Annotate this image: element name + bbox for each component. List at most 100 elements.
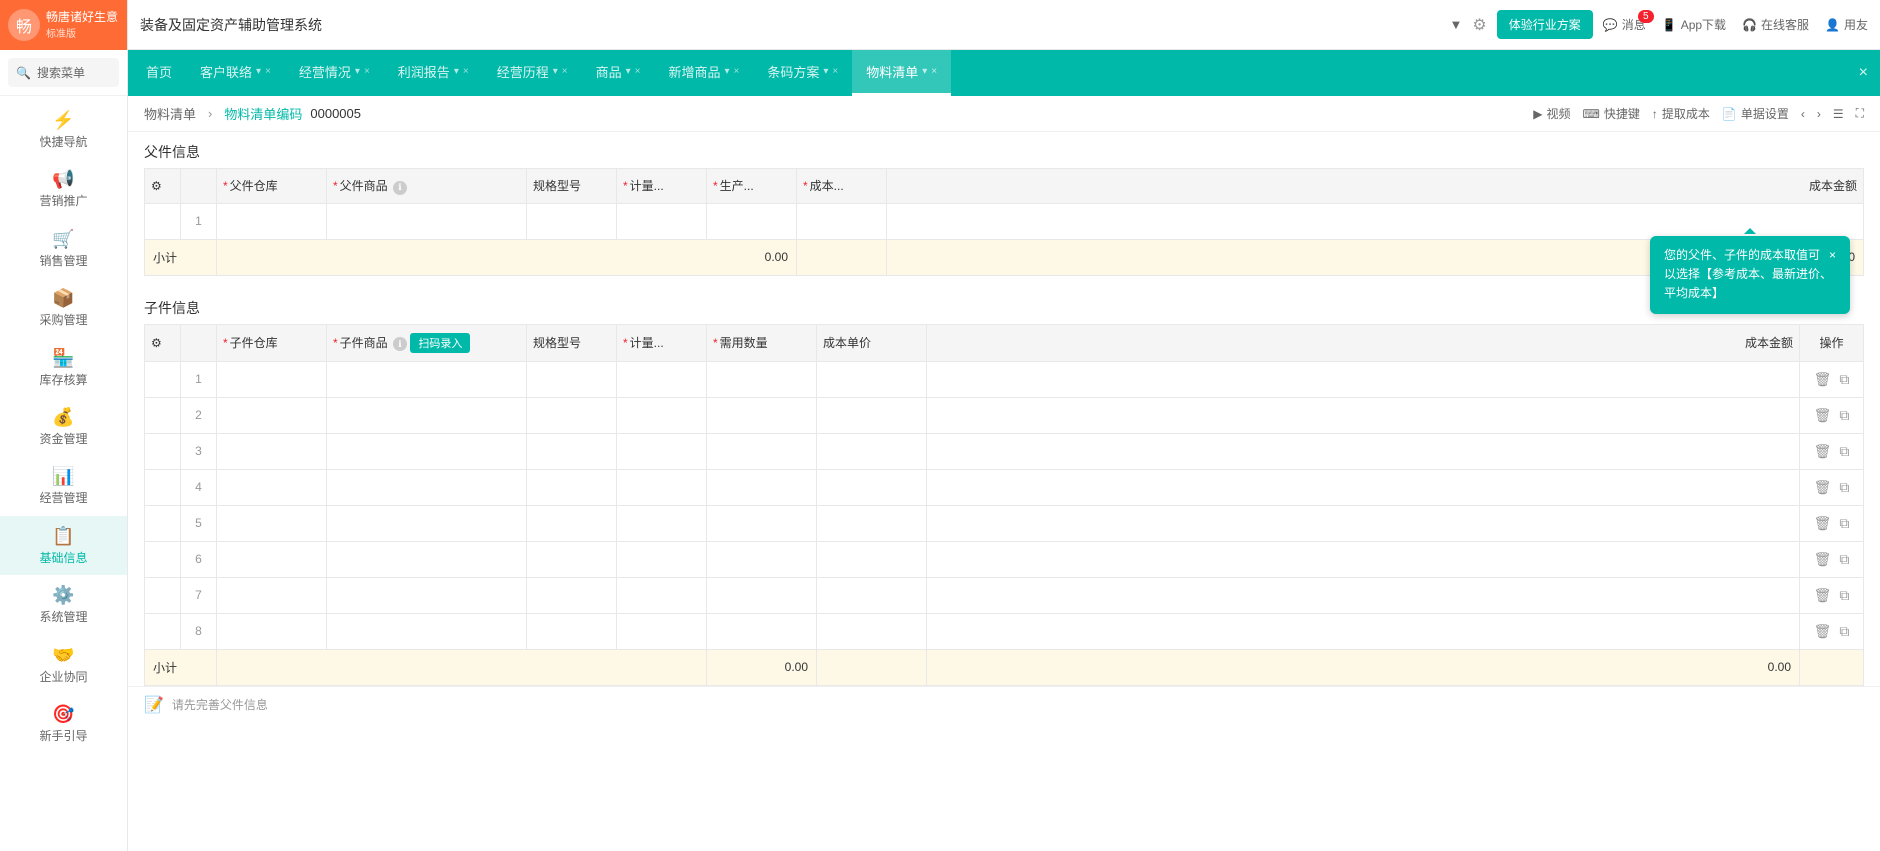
tab-close-icon[interactable]: × — [734, 66, 740, 77]
tab-close-icon[interactable]: × — [265, 66, 271, 77]
child-product-input-1[interactable] — [327, 362, 526, 397]
child-cost-price-input-7[interactable] — [817, 578, 926, 613]
sidebar-item-basic-info[interactable]: 📋 基础信息 — [0, 516, 127, 575]
copy-icon[interactable]: ⧉ — [1839, 371, 1849, 388]
child-warehouse-cell-1[interactable] — [217, 361, 327, 397]
child-spec-input-4[interactable] — [527, 470, 616, 505]
child-product-cell-1[interactable] — [327, 361, 527, 397]
child-unit-input-5[interactable] — [617, 506, 706, 541]
sidebar-item-finance[interactable]: 💰 资金管理 — [0, 397, 127, 456]
child-cost-price-input-1[interactable] — [817, 362, 926, 397]
child-warehouse-input-2[interactable] — [217, 398, 326, 433]
view-action[interactable]: ▶ 视频 — [1533, 105, 1570, 122]
tab-new-goods[interactable]: 新增商品 ▾ × — [654, 50, 753, 96]
child-unit-input-1[interactable] — [617, 362, 706, 397]
expand-action[interactable]: ⛶ — [1856, 106, 1864, 121]
document-code-input[interactable] — [310, 106, 390, 121]
user-action[interactable]: 👤 用友 — [1825, 16, 1868, 33]
breadcrumb-parent[interactable]: 物料清单 — [144, 104, 196, 123]
child-product-input-6[interactable] — [327, 542, 526, 577]
child-qty-input-1[interactable] — [707, 362, 816, 397]
child-warehouse-input-7[interactable] — [217, 578, 326, 613]
child-cost-price-input-6[interactable] — [817, 542, 926, 577]
nav-prev[interactable]: ‹ — [1801, 107, 1805, 121]
sidebar-item-system[interactable]: ⚙️ 系统管理 — [0, 575, 127, 634]
child-qty-cell-1[interactable] — [707, 361, 817, 397]
child-spec-input-3[interactable] — [527, 434, 616, 469]
copy-icon[interactable]: ⧉ — [1839, 587, 1849, 604]
child-warehouse-input-8[interactable] — [217, 614, 326, 649]
parent-product-input[interactable] — [327, 204, 526, 239]
single-setting-action[interactable]: 📄 单据设置 — [1722, 105, 1789, 122]
tab-customer[interactable]: 客户联络 ▾ × — [186, 50, 285, 96]
parent-cost-cell[interactable] — [797, 203, 887, 239]
app-download-action[interactable]: 📱 App下载 — [1662, 16, 1726, 33]
child-warehouse-input-3[interactable] — [217, 434, 326, 469]
delete-icon[interactable]: 🗑 — [1814, 443, 1832, 460]
child-spec-input-1[interactable] — [527, 362, 616, 397]
child-product-input-8[interactable] — [327, 614, 526, 649]
copy-icon[interactable]: ⧉ — [1839, 551, 1849, 568]
parent-warehouse-cell[interactable] — [217, 203, 327, 239]
child-cost-price-cell-1[interactable] — [817, 361, 927, 397]
copy-icon[interactable]: ⧉ — [1839, 623, 1849, 640]
copy-icon[interactable]: ⧉ — [1839, 479, 1849, 496]
tab-home[interactable]: 首页 — [132, 50, 186, 96]
experience-button[interactable]: 体验行业方案 — [1497, 10, 1593, 39]
child-warehouse-input-1[interactable] — [217, 362, 326, 397]
child-spec-input-6[interactable] — [527, 542, 616, 577]
child-unit-input-7[interactable] — [617, 578, 706, 613]
tab-close-icon[interactable]: × — [832, 66, 838, 77]
delete-icon[interactable]: 🗑 — [1814, 479, 1832, 496]
tab-close-icon[interactable]: × — [635, 66, 641, 77]
child-spec-input-8[interactable] — [527, 614, 616, 649]
child-qty-input-8[interactable] — [707, 614, 816, 649]
child-product-input-5[interactable] — [327, 506, 526, 541]
child-warehouse-input-4[interactable] — [217, 470, 326, 505]
tab-close-icon[interactable]: × — [562, 66, 568, 77]
settings-icon[interactable]: ⚙ — [1472, 15, 1486, 35]
tab-profit[interactable]: 利润报告 ▾ × — [384, 50, 483, 96]
delete-icon[interactable]: 🗑 — [1814, 551, 1832, 568]
parent-product-cell[interactable] — [327, 203, 527, 239]
child-qty-input-5[interactable] — [707, 506, 816, 541]
child-unit-input-4[interactable] — [617, 470, 706, 505]
parent-unit-input[interactable] — [617, 204, 706, 239]
child-unit-input-2[interactable] — [617, 398, 706, 433]
parent-spec-input[interactable] — [527, 204, 616, 239]
child-cost-price-input-2[interactable] — [817, 398, 926, 433]
sidebar-item-purchase[interactable]: 📦 采购管理 — [0, 278, 127, 337]
delete-icon[interactable]: 🗑 — [1814, 515, 1832, 532]
scan-input-button[interactable]: 扫码录入 — [410, 333, 470, 353]
info-icon[interactable]: ℹ — [393, 181, 407, 195]
child-unit-input-3[interactable] — [617, 434, 706, 469]
tab-goods[interactable]: 商品 ▾ × — [582, 50, 655, 96]
tab-history[interactable]: 经营历程 ▾ × — [483, 50, 582, 96]
tab-barcode[interactable]: 条码方案 ▾ × — [753, 50, 852, 96]
child-spec-input-2[interactable] — [527, 398, 616, 433]
sidebar-item-marketing[interactable]: 📢 营销推广 — [0, 159, 127, 218]
nav-next[interactable]: › — [1817, 107, 1821, 121]
child-product-input-7[interactable] — [327, 578, 526, 613]
close-all-tabs[interactable]: × — [1851, 64, 1876, 82]
child-unit-cell-1[interactable] — [617, 361, 707, 397]
child-col-settings[interactable]: ⚙ — [145, 324, 181, 361]
extract-cost-action[interactable]: ↑ 提取成本 — [1652, 105, 1710, 122]
child-cost-price-input-8[interactable] — [817, 614, 926, 649]
child-unit-input-6[interactable] — [617, 542, 706, 577]
child-cost-price-input-5[interactable] — [817, 506, 926, 541]
tooltip-close-button[interactable]: × — [1829, 246, 1836, 265]
child-warehouse-input-6[interactable] — [217, 542, 326, 577]
parent-produce-input[interactable] — [707, 204, 796, 239]
online-service-action[interactable]: 🎧 在线客服 — [1742, 16, 1809, 33]
parent-col-settings[interactable]: ⚙ — [145, 169, 181, 204]
child-qty-input-7[interactable] — [707, 578, 816, 613]
parent-unit-cell[interactable] — [617, 203, 707, 239]
copy-icon[interactable]: ⧉ — [1839, 515, 1849, 532]
tab-close-icon[interactable]: × — [463, 66, 469, 77]
child-cost-price-input-3[interactable] — [817, 434, 926, 469]
parent-warehouse-input[interactable] — [217, 204, 326, 239]
child-unit-input-8[interactable] — [617, 614, 706, 649]
tab-operation-status[interactable]: 经营情况 ▾ × — [285, 50, 384, 96]
list-view-action[interactable]: ☰ — [1833, 107, 1844, 121]
